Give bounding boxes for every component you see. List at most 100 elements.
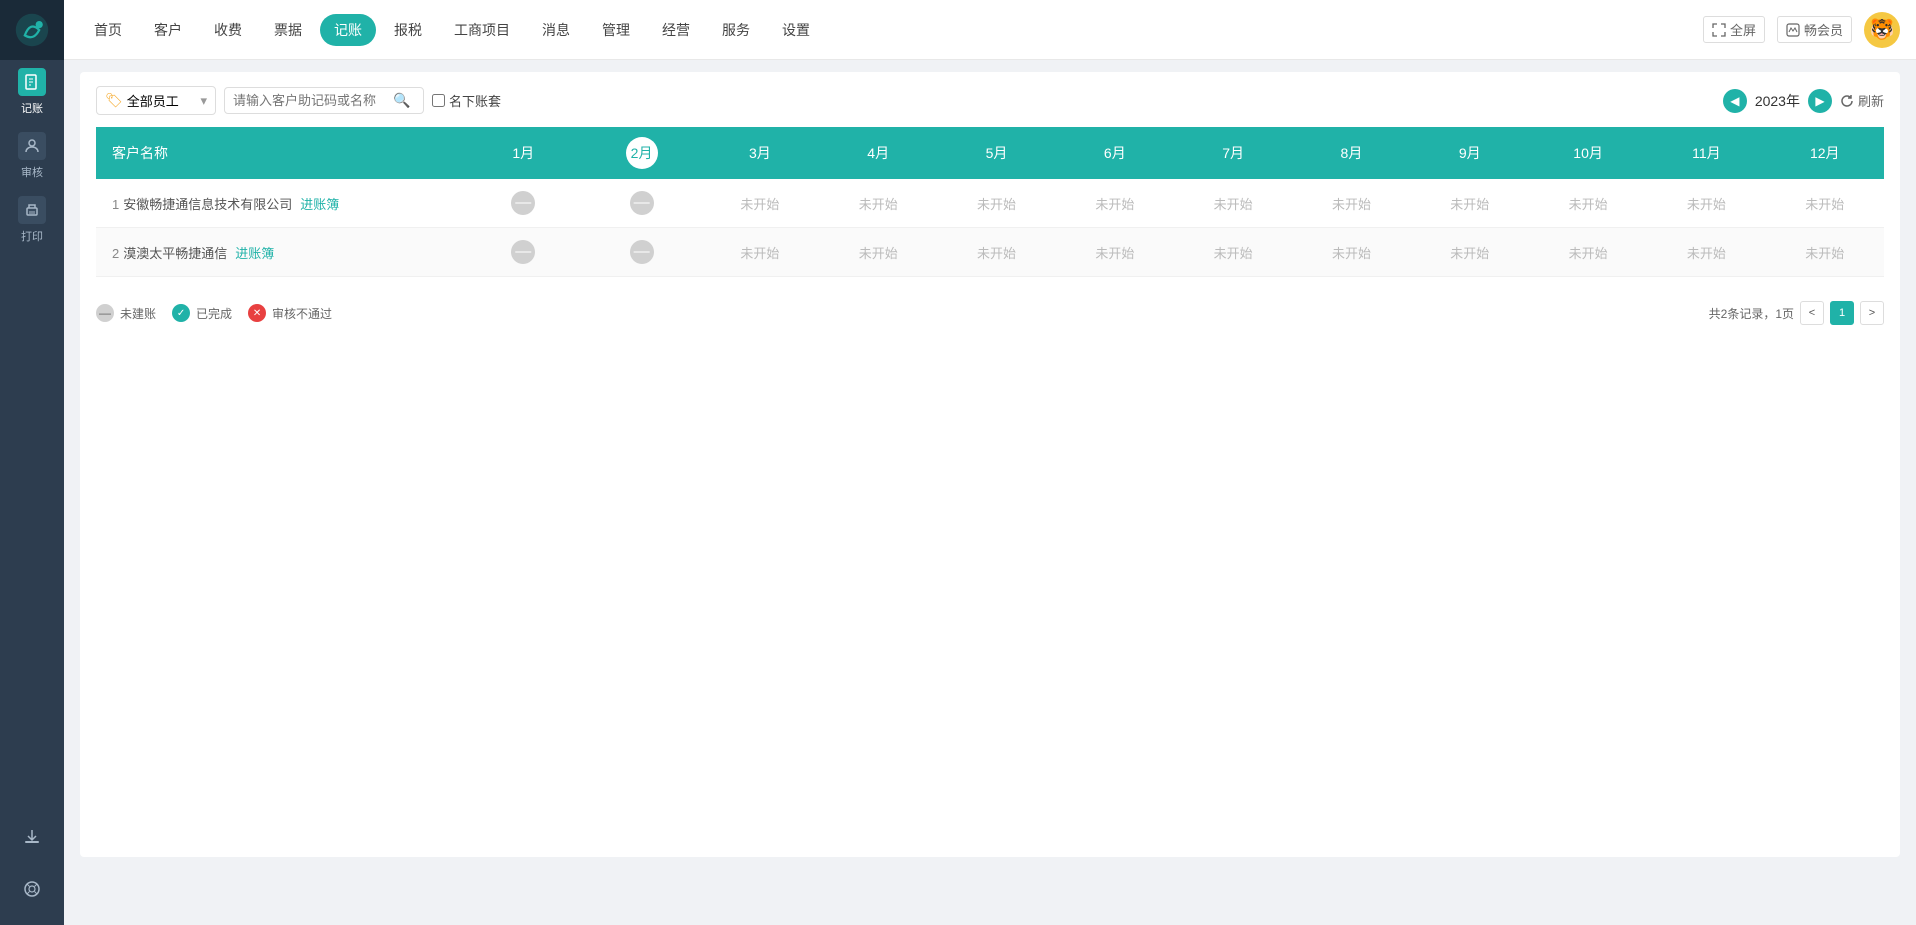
sidebar-item-label: 记账 <box>21 100 43 116</box>
client-cell: 1安徽畅捷通信息技术有限公司进账簿 <box>96 179 464 228</box>
status-not-started: 未开始 <box>977 197 1016 212</box>
month-cell-11: 未开始 <box>1647 179 1765 228</box>
search-button[interactable]: 🔍 <box>393 92 410 109</box>
nav-message[interactable]: 消息 <box>528 14 584 46</box>
nav-home[interactable]: 首页 <box>80 14 136 46</box>
status-not-started: 未开始 <box>1450 197 1489 212</box>
nav-client[interactable]: 客户 <box>140 14 196 46</box>
audit-icon <box>18 132 46 160</box>
sidebar-item-bookkeeping[interactable]: 记账 <box>0 60 64 124</box>
status-not-started: 未开始 <box>1805 246 1844 261</box>
refresh-label: 刷新 <box>1858 91 1884 110</box>
status-not-started: 未开始 <box>1687 246 1726 261</box>
month-cell-7: 未开始 <box>1174 228 1292 277</box>
month-cell-5: 未开始 <box>937 228 1055 277</box>
fullscreen-button[interactable]: 全屏 <box>1703 16 1765 43</box>
vip-button[interactable]: 畅会员 <box>1777 16 1852 43</box>
col-header-dec: 12月 <box>1766 127 1884 179</box>
refresh-button[interactable]: 刷新 <box>1840 91 1884 110</box>
month-cell-11: 未开始 <box>1647 228 1765 277</box>
status-not-started: 未开始 <box>977 246 1016 261</box>
account-checkbox[interactable] <box>432 94 445 107</box>
total-records: 共2条记录，1页 <box>1709 305 1794 322</box>
month-cell-5: 未开始 <box>937 179 1055 228</box>
month-cell-8: 未开始 <box>1292 228 1410 277</box>
toolbar: 🏷 全部员工 ▾ 🔍 名下账套 ◀ 2023年 ▶ <box>96 86 1884 115</box>
nav-operation[interactable]: 经营 <box>648 14 704 46</box>
employee-label: 全部员工 <box>127 91 179 110</box>
legend-label-not-built: 未建账 <box>120 305 156 322</box>
year-label: 2023年 <box>1755 91 1800 111</box>
status-dash: — <box>630 191 654 215</box>
nav-settings[interactable]: 设置 <box>768 14 824 46</box>
col-header-may: 5月 <box>937 127 1055 179</box>
status-not-started: 未开始 <box>1687 197 1726 212</box>
status-not-started: 未开始 <box>1095 246 1134 261</box>
legend-dot-gray: — <box>96 304 114 322</box>
nav-service[interactable]: 服务 <box>708 14 764 46</box>
legend-not-built: — 未建账 <box>96 304 156 322</box>
legend-label-completed: 已完成 <box>196 305 232 322</box>
main-area: 首页 客户 收费 票据 记账 报税 工商项目 消息 管理 经营 服务 设置 全屏 <box>64 0 1916 925</box>
month-cell-3: 未开始 <box>701 179 819 228</box>
page-content: 🏷 全部员工 ▾ 🔍 名下账套 ◀ 2023年 ▶ <box>64 60 1916 925</box>
employee-icon: 🏷 <box>105 92 123 109</box>
next-page-button[interactable]: > <box>1860 301 1884 325</box>
pagination: 共2条记录，1页 < 1 > <box>1709 301 1884 325</box>
col-header-client: 客户名称 <box>96 127 464 179</box>
nav-bizwork[interactable]: 工商项目 <box>440 14 524 46</box>
next-year-button[interactable]: ▶ <box>1808 89 1832 113</box>
nav-billing[interactable]: 收费 <box>200 14 256 46</box>
account-filter[interactable]: 名下账套 <box>432 91 501 110</box>
sidebar-item-audit[interactable]: 审核 <box>0 124 64 188</box>
nav-tax[interactable]: 报税 <box>380 14 436 46</box>
nav-manage[interactable]: 管理 <box>588 14 644 46</box>
enter-ledger-link[interactable]: 进账簿 <box>235 246 274 261</box>
employee-select[interactable]: 🏷 全部员工 ▾ <box>96 86 216 115</box>
col-header-oct: 10月 <box>1529 127 1647 179</box>
nav-invoice[interactable]: 票据 <box>260 14 316 46</box>
nav-bookkeeping[interactable]: 记账 <box>320 14 376 46</box>
search-input[interactable] <box>233 93 393 108</box>
month-cell-4: 未开始 <box>819 179 937 228</box>
col-header-aug: 8月 <box>1292 127 1410 179</box>
col-header-apr: 4月 <box>819 127 937 179</box>
print-icon <box>18 196 46 224</box>
legend-dot-teal: ✓ <box>172 304 190 322</box>
company-name: 漠澳太平畅捷通信 <box>123 246 227 261</box>
sidebar-item-print[interactable]: 打印 <box>0 188 64 252</box>
main-card: 🏷 全部员工 ▾ 🔍 名下账套 ◀ 2023年 ▶ <box>80 72 1900 857</box>
prev-year-button[interactable]: ◀ <box>1723 89 1747 113</box>
status-not-started: 未开始 <box>1569 197 1608 212</box>
enter-ledger-link[interactable]: 进账簿 <box>300 197 339 212</box>
month-cell-10: 未开始 <box>1529 179 1647 228</box>
user-avatar[interactable]: 🐯 <box>1864 12 1900 48</box>
status-dash: — <box>630 240 654 264</box>
top-navigation: 首页 客户 收费 票据 记账 报税 工商项目 消息 管理 经营 服务 设置 全屏 <box>64 0 1916 60</box>
status-dash: — <box>511 191 535 215</box>
table-footer: — 未建账 ✓ 已完成 ✕ 审核不通过 共2条记录，1页 < 1 > <box>96 293 1884 333</box>
status-not-started: 未开始 <box>1095 197 1134 212</box>
month-cell-6: 未开始 <box>1056 228 1174 277</box>
month-cell-7: 未开始 <box>1174 179 1292 228</box>
page-1-button[interactable]: 1 <box>1830 301 1854 325</box>
status-not-started: 未开始 <box>1805 197 1844 212</box>
status-not-started: 未开始 <box>859 246 898 261</box>
year-navigator: ◀ 2023年 ▶ <box>1723 89 1832 113</box>
month-cell-6: 未开始 <box>1056 179 1174 228</box>
current-month-badge: 2月 <box>626 137 658 169</box>
col-header-feb: 2月 <box>582 127 700 179</box>
sidebar: 记账 审核 打印 <box>0 0 64 925</box>
table-row: 1安徽畅捷通信息技术有限公司进账簿——未开始未开始未开始未开始未开始未开始未开始… <box>96 179 1884 228</box>
col-header-nov: 11月 <box>1647 127 1765 179</box>
month-cell-8: 未开始 <box>1292 179 1410 228</box>
sidebar-download[interactable] <box>0 813 64 861</box>
sidebar-support[interactable] <box>0 865 64 913</box>
search-box: 🔍 <box>224 87 424 114</box>
sidebar-item-label: 打印 <box>21 228 43 244</box>
month-cell-9: 未开始 <box>1411 228 1529 277</box>
row-number: 2 <box>112 246 119 261</box>
status-not-started: 未开始 <box>1332 197 1371 212</box>
prev-page-button[interactable]: < <box>1800 301 1824 325</box>
bookkeeping-icon <box>18 68 46 96</box>
